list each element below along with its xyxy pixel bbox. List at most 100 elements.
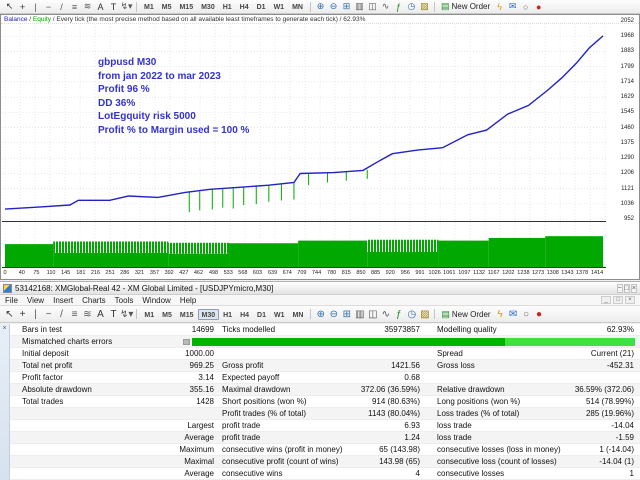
tile-windows-icon[interactable]: ⊞ (340, 307, 353, 321)
timeframe-m1-button[interactable]: M1 (140, 309, 158, 320)
report-value: 3.14 (198, 373, 214, 382)
report-row: Profit factor 3.14 Expected payoff 0.68 (10, 372, 640, 384)
maximize-button[interactable]: □ (623, 284, 630, 293)
new-order-button[interactable]: ▤ New Order (438, 1, 493, 12)
menu-charts[interactable]: Charts (82, 296, 106, 305)
balance-graph-svg (2, 24, 606, 268)
x-tick-label: 1061 (443, 270, 456, 276)
timeframe-w1-button[interactable]: W1 (270, 1, 289, 12)
x-tick-label: 251 (105, 270, 115, 276)
text-label-icon[interactable]: T (107, 307, 120, 321)
indicators-icon[interactable]: ƒ (392, 307, 405, 321)
x-tick-label: 427 (179, 270, 189, 276)
alerts-icon[interactable]: ϟ (494, 307, 507, 321)
templates-icon[interactable]: ▨ (418, 307, 431, 321)
trendline-icon[interactable]: / (55, 307, 68, 321)
candlestick-chart-icon[interactable]: ◫ (366, 1, 379, 13)
crosshair-icon[interactable]: + (16, 307, 29, 321)
menu-window[interactable]: Window (142, 296, 170, 305)
candlestick-chart-icon[interactable]: ◫ (366, 307, 379, 321)
text-icon[interactable]: A (94, 307, 107, 321)
horizontal-line-icon[interactable]: − (42, 307, 55, 321)
timeframe-d1-button[interactable]: D1 (253, 309, 270, 320)
bar-chart-icon[interactable]: ▥ (353, 307, 366, 321)
timeframe-h1-button[interactable]: H1 (219, 309, 236, 320)
timeframe-w1-button[interactable]: W1 (270, 309, 289, 320)
zoom-in-icon[interactable]: ⊕ (314, 1, 327, 13)
channels-icon[interactable]: ≋ (81, 307, 94, 321)
x-axis-labels: 0 40 75 110 145 181 216 251 286 321 357 392 427 462 49… (2, 269, 606, 279)
legend-equity-label: Equity (32, 16, 51, 23)
mailbox-icon[interactable]: ✉ (506, 1, 519, 13)
timeframe-h1-button[interactable]: H1 (219, 1, 236, 12)
search-icon[interactable]: ○ (519, 1, 532, 13)
fibonacci-icon[interactable]: ≡ (68, 1, 81, 13)
timeframe-d1-button[interactable]: D1 (253, 1, 270, 12)
timeframe-m1-button[interactable]: M1 (140, 1, 158, 12)
indicators-icon[interactable]: ƒ (392, 1, 405, 13)
timeframe-m30-button[interactable]: M30 (197, 308, 220, 320)
timeframe-m5-button[interactable]: M5 (158, 1, 176, 12)
lots-bars-comb (367, 239, 439, 252)
arrows-dropdown-icon[interactable]: ↯▾ (120, 307, 133, 321)
line-chart-icon[interactable]: ∿ (379, 307, 392, 321)
timeframe-m30-button[interactable]: M30 (197, 1, 219, 12)
menu-insert[interactable]: Insert (53, 296, 73, 305)
minimize-button[interactable]: − (616, 284, 623, 293)
timeframe-m15-button[interactable]: M15 (176, 309, 198, 320)
menu-bar: File View Insert Charts Tools Window Help _ □ × (0, 295, 640, 306)
zoom-out-icon[interactable]: ⊖ (327, 307, 340, 321)
mailbox-icon[interactable]: ✉ (507, 307, 520, 321)
autotrading-icon[interactable]: ● (532, 1, 545, 13)
timeframe-m5-button[interactable]: M5 (158, 309, 176, 320)
horizontal-line-icon[interactable]: − (42, 1, 55, 13)
bar-chart-icon[interactable]: ▥ (353, 1, 366, 13)
x-tick-label: 1343 (561, 270, 574, 276)
mdi-minimize-button[interactable]: _ (601, 296, 611, 304)
channels-icon[interactable]: ≋ (81, 1, 94, 13)
timeframe-m15-button[interactable]: M15 (175, 1, 197, 12)
report-value: Average (184, 433, 214, 442)
timeframe-mn-button[interactable]: MN (288, 1, 307, 12)
legend-method-text: Every tick (the most precise method base… (56, 16, 338, 23)
vertical-line-icon[interactable]: | (29, 1, 42, 13)
arrows-dropdown-icon[interactable]: ↯▾ (120, 1, 133, 13)
timeframe-h4-button[interactable]: H4 (236, 309, 253, 320)
timeframe-h4-button[interactable]: H4 (236, 1, 253, 12)
pointer-icon[interactable]: ↖ (3, 1, 16, 13)
text-label-icon[interactable]: T (107, 1, 120, 13)
trendline-icon[interactable]: / (55, 1, 68, 13)
line-chart-icon[interactable]: ∿ (379, 1, 392, 13)
lots-bars-comb (53, 241, 169, 253)
alerts-icon[interactable]: ϟ (493, 1, 506, 13)
menu-file[interactable]: File (5, 296, 18, 305)
pointer-icon[interactable]: ↖ (3, 307, 16, 321)
close-terminal-button[interactable]: × (0, 324, 9, 334)
report-value: 143.98 (65) (379, 457, 420, 466)
mdi-restore-button[interactable]: □ (613, 296, 623, 304)
vertical-line-icon[interactable]: | (29, 307, 42, 321)
templates-icon[interactable]: ▨ (418, 1, 431, 13)
fibonacci-icon[interactable]: ≡ (68, 307, 81, 321)
menu-tools[interactable]: Tools (115, 296, 134, 305)
mdi-close-button[interactable]: × (625, 296, 635, 304)
text-icon[interactable]: A (94, 1, 107, 13)
autotrading-icon[interactable]: ● (533, 307, 546, 321)
periods-icon[interactable]: ◷ (405, 1, 418, 13)
zoom-in-icon[interactable]: ⊕ (314, 307, 327, 321)
lots-bars (168, 253, 230, 267)
close-button[interactable]: × (630, 284, 637, 293)
new-order-button[interactable]: ▤ New Order (438, 309, 493, 320)
zoom-out-icon[interactable]: ⊖ (327, 1, 340, 13)
periods-icon[interactable]: ◷ (405, 307, 418, 321)
search-icon[interactable]: ○ (520, 307, 533, 321)
menu-view[interactable]: View (27, 296, 44, 305)
report-value: 914 (80.63%) (371, 397, 420, 406)
report-row: Total trades 1428 Short positions (won %) 9… (10, 396, 640, 408)
crosshair-icon[interactable]: + (16, 1, 29, 13)
timeframe-mn-button[interactable]: MN (288, 309, 307, 320)
legend-balance-label: Balance (4, 16, 28, 23)
menu-help[interactable]: Help (180, 296, 196, 305)
tile-windows-icon[interactable]: ⊞ (340, 1, 353, 13)
x-tick-label: 1273 (531, 270, 545, 276)
